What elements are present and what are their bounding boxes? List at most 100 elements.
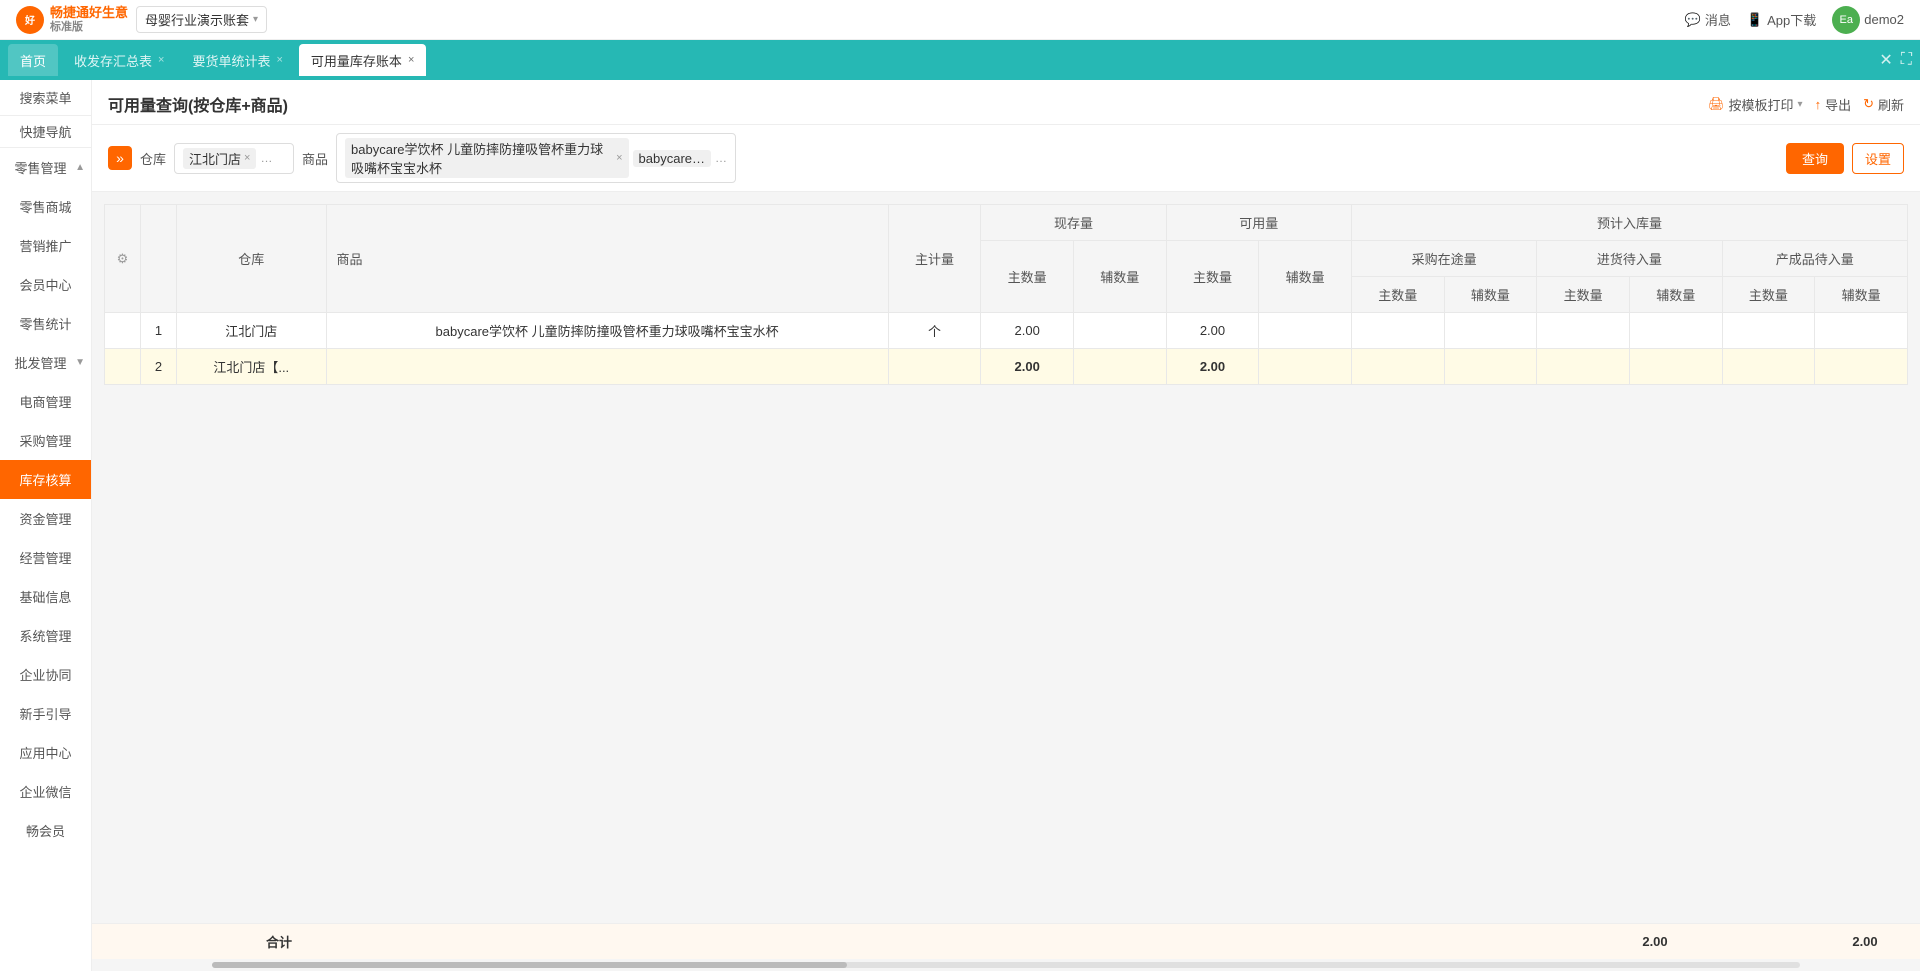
scroll-thumb[interactable]: [212, 962, 847, 968]
row2-prod-main: [1722, 349, 1815, 385]
sidebar-quick-nav[interactable]: 快捷导航: [0, 116, 91, 148]
remove-product-tag1[interactable]: ×: [616, 152, 622, 164]
row2-incoming-main: [1537, 349, 1630, 385]
sidebar-item-retail-mall[interactable]: 零售商城: [0, 187, 91, 226]
col-available-header: 可用量: [1166, 205, 1351, 241]
header-actions: 🖨 按模板打印 ▾ ↑ 导出 ↻ 刷新: [1708, 95, 1904, 114]
sidebar-item-apps[interactable]: 应用中心: [0, 733, 91, 772]
tab-order-stats[interactable]: 要货单统计表 ×: [180, 44, 294, 76]
sidebar-item-enterprise[interactable]: 企业协同: [0, 655, 91, 694]
col-incoming-main: 主数量: [1537, 277, 1630, 313]
chevron-icon: ▲: [75, 162, 85, 173]
template-label: 标准版: [50, 21, 128, 34]
sidebar-item-ecommerce[interactable]: 电商管理: [0, 382, 91, 421]
column-settings-icon[interactable]: ⚙: [117, 251, 129, 266]
close-tab-receipts[interactable]: ×: [158, 54, 164, 66]
app-download-button[interactable]: 📱 App下载: [1747, 10, 1816, 29]
close-tab-order-stats[interactable]: ×: [276, 54, 282, 66]
row1-product: babycare学饮杯 儿童防摔防撞吸管杯重力球吸嘴杯宝宝水杯: [326, 313, 888, 349]
horizontal-scrollbar[interactable]: [92, 959, 1920, 971]
filter-more-icon[interactable]: …: [260, 151, 272, 165]
query-button[interactable]: 查询: [1786, 143, 1844, 174]
sidebar-item-marketing[interactable]: 营销推广: [0, 226, 91, 265]
product-tag1: babycare学饮杯 儿童防摔防撞吸管杯重力球吸嘴杯宝宝水杯 ×: [345, 138, 629, 178]
sidebar-item-basic[interactable]: 基础信息: [0, 577, 91, 616]
row1-main-unit: 个: [888, 313, 981, 349]
row1-prod-main: [1722, 313, 1815, 349]
row2-warehouse: 江北门店【...: [177, 349, 327, 385]
message-button[interactable]: 💬 消息: [1685, 10, 1731, 29]
remove-warehouse-tag[interactable]: ×: [244, 152, 250, 164]
row1-pur-main: [1351, 313, 1444, 349]
tab-receipts[interactable]: 收发存汇总表 ×: [62, 44, 176, 76]
col-main-unit-header: 主计量: [888, 205, 981, 313]
export-button[interactable]: ↑ 导出: [1815, 95, 1852, 114]
col-settings-header: ⚙: [105, 205, 141, 313]
footer-current-total: 2.00: [1600, 934, 1710, 949]
sidebar-section: 零售管理 ▲ 零售商城 营销推广 会员中心 零售统计 批发管理 ▼ 电商管理: [0, 148, 91, 850]
fullscreen-icon[interactable]: ⛶: [1901, 51, 1912, 69]
sidebar-item-system[interactable]: 系统管理: [0, 616, 91, 655]
col-incoming-header: 进货待入量: [1537, 241, 1722, 277]
logo-text: 畅捷通好生意 标准版: [50, 5, 128, 34]
chevron-icon: ▼: [75, 357, 85, 368]
filter-bar: » 仓库 江北门店 × … 商品 babycare学饮杯 儿童防摔防撞吸管杯重力…: [92, 125, 1920, 192]
sidebar-item-newbie[interactable]: 新手引导: [0, 694, 91, 733]
col-pur-transit-main: 主数量: [1351, 277, 1444, 313]
row1-pur-aux: [1444, 313, 1537, 349]
sidebar-item-finance[interactable]: 资金管理: [0, 499, 91, 538]
user-profile[interactable]: Ea demo2: [1832, 6, 1904, 34]
logo-area: 好 畅捷通好生意 标准版: [16, 5, 128, 34]
close-all-tabs-icon[interactable]: ✕: [1879, 50, 1892, 70]
settings-button[interactable]: 设置: [1852, 143, 1904, 174]
sidebar-item-wholesale[interactable]: 批发管理 ▼: [0, 343, 91, 382]
message-icon: 💬: [1685, 12, 1701, 28]
row1-current-main: 2.00: [981, 313, 1074, 349]
sidebar-item-member[interactable]: 会员中心: [0, 265, 91, 304]
row1-current-aux: [1073, 313, 1166, 349]
footer-available-total: 2.00: [1810, 934, 1920, 949]
sidebar-item-retail-stats[interactable]: 零售统计: [0, 304, 91, 343]
col-incoming-aux: 辅数量: [1629, 277, 1722, 313]
print-button[interactable]: 🖨 按模板打印 ▾: [1708, 95, 1803, 114]
print-icon: 🖨: [1708, 96, 1725, 112]
content-area: 可用量查询(按仓库+商品) 🖨 按模板打印 ▾ ↑ 导出 ↻ 刷新 »: [92, 80, 1920, 971]
sidebar-search[interactable]: 搜索菜单: [0, 80, 91, 116]
refresh-icon: ↻: [1863, 96, 1874, 112]
col-avail-main-header: 主数量: [1166, 241, 1259, 313]
col-planned-in-header: 预计入库量: [1351, 205, 1907, 241]
col-production-header: 产成品待入量: [1722, 241, 1907, 277]
col-index-header: [141, 205, 177, 313]
row2-current-aux: [1073, 349, 1166, 385]
sidebar-item-member2[interactable]: 畅会员: [0, 811, 91, 850]
tab-bar: 首页 收发存汇总表 × 要货单统计表 × 可用量库存账本 × ✕ ⛶: [0, 40, 1920, 80]
industry-selector[interactable]: 母婴行业演示账套 ▾: [136, 6, 267, 33]
row1-avail-main: 2.00: [1166, 313, 1259, 349]
expand-filter-button[interactable]: »: [108, 146, 132, 170]
sidebar-item-operations[interactable]: 经营管理: [0, 538, 91, 577]
product-filter-more-icon[interactable]: …: [715, 151, 727, 165]
table-container: ⚙ 仓库 商品 主计量 现存量 可用量 预计入库量 主数量 辅数量 主数量: [92, 192, 1920, 923]
tab-inventory-book[interactable]: 可用量库存账本 ×: [299, 44, 426, 76]
sidebar: 搜索菜单 快捷导航 零售管理 ▲ 零售商城 营销推广 会员中心 零售统计 批发管…: [0, 80, 92, 971]
table-row: 1 江北门店 babycare学饮杯 儿童防摔防撞吸管杯重力球吸嘴杯宝宝水杯 个…: [105, 313, 1908, 349]
table-row: 2 江北门店【... 2.00 2.00: [105, 349, 1908, 385]
sidebar-item-retail[interactable]: 零售管理 ▲: [0, 148, 91, 187]
warehouse-filter-input[interactable]: 江北门店 × …: [174, 143, 294, 174]
col-current-main-header: 主数量: [981, 241, 1074, 313]
page-header: 可用量查询(按仓库+商品) 🖨 按模板打印 ▾ ↑ 导出 ↻ 刷新: [92, 80, 1920, 125]
product-filter-input[interactable]: babycare学饮杯 儿童防摔防撞吸管杯重力球吸嘴杯宝宝水杯 × babyca…: [336, 133, 736, 183]
close-tab-inventory-book[interactable]: ×: [408, 54, 414, 66]
sidebar-item-purchase[interactable]: 采购管理: [0, 421, 91, 460]
row1-incoming-main: [1537, 313, 1630, 349]
refresh-button[interactable]: ↻ 刷新: [1863, 95, 1904, 114]
sidebar-item-inventory[interactable]: 库存核算: [0, 460, 91, 499]
col-current-aux-header: 辅数量: [1073, 241, 1166, 313]
sidebar-item-wechat[interactable]: 企业微信: [0, 772, 91, 811]
tab-bar-end: ✕ ⛶: [1879, 50, 1912, 70]
tab-home[interactable]: 首页: [8, 44, 58, 76]
row1-index: 1: [141, 313, 177, 349]
scroll-track: [212, 962, 1800, 968]
row2-pur-main: [1351, 349, 1444, 385]
row2-incoming-aux: [1629, 349, 1722, 385]
